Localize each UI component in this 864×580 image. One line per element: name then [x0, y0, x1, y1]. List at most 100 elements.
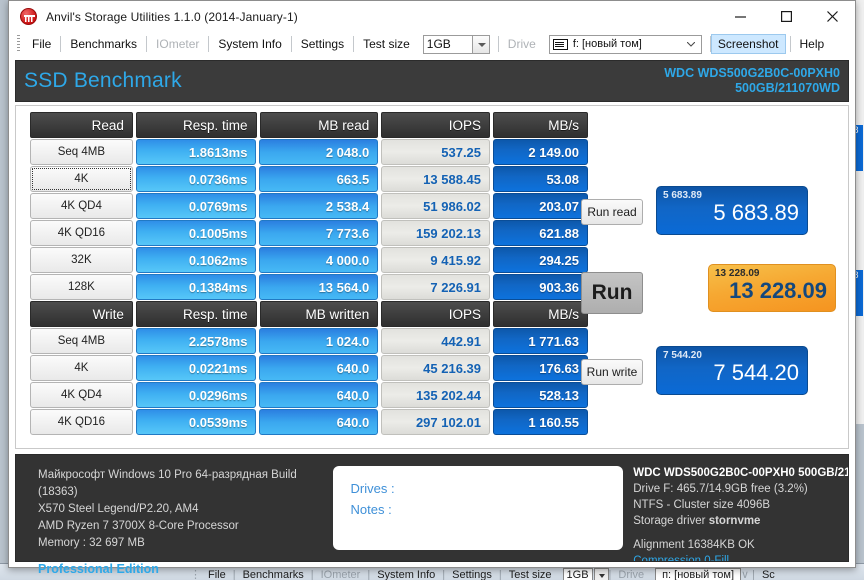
screenshot-button[interactable]: Screenshot: [710, 34, 786, 54]
background-menu-item-settings[interactable]: Settings: [445, 569, 499, 580]
menu-item-file[interactable]: File: [23, 35, 60, 53]
page-title: SSD Benchmark: [24, 69, 182, 92]
write-row-label[interactable]: 4K: [30, 355, 133, 381]
background-menu-item-systeminfo[interactable]: System Info: [370, 569, 442, 580]
window-title: Anvil's Storage Utilities 1.1.0 (2014-Ja…: [46, 9, 298, 24]
table-row: 4K QD4 0.0769ms 2 538.4 51 986.02 203.07: [30, 193, 588, 219]
footer-panel: Майкрософт Windows 10 Pro 64-разрядная B…: [15, 454, 849, 576]
read-score-value: 5 683.89: [713, 200, 799, 225]
read-row-iops: 537.25: [381, 139, 491, 165]
read-row-mb: 2 538.4: [259, 193, 379, 219]
write-results-table: Write Resp. time MB written IOPS MB/s Se…: [30, 301, 588, 436]
read-results-table: Read Resp. time MB read IOPS MB/s Seq 4M…: [30, 112, 588, 301]
read-row-mb: 663.5: [259, 166, 379, 192]
chevron-down-icon[interactable]: [686, 41, 695, 47]
notes-panel[interactable]: Drives : Notes :: [332, 466, 624, 550]
read-row-label[interactable]: 4K QD16: [30, 220, 133, 246]
read-row-iops: 7 226.91: [381, 274, 491, 300]
read-header-resp: Resp. time: [135, 112, 257, 138]
drive-info-driver: Storage driver stornvme: [633, 513, 848, 529]
write-header-resp: Resp. time: [135, 301, 257, 327]
window-controls: [717, 1, 855, 32]
test-size-value[interactable]: 1GB: [422, 34, 473, 54]
app-icon: [20, 8, 37, 25]
main-window: Anvil's Storage Utilities 1.1.0 (2014-Ja…: [8, 0, 856, 576]
read-row-resp: 1.8613ms: [135, 139, 257, 165]
write-header-mb: MB written: [259, 301, 379, 327]
minimize-button[interactable]: [717, 1, 763, 32]
test-size-combobox[interactable]: 1GB: [422, 34, 490, 54]
drive-info-panel: WDC WDS500G2B0C-00PXH0 500GB/21 Drive F:…: [623, 455, 848, 561]
table-row: 4K 0.0221ms 640.0 45 216.39 176.63: [30, 355, 588, 381]
background-drive-value[interactable]: п: [новый том]: [655, 568, 741, 580]
menu-item-iometer: IOmeter: [156, 37, 200, 51]
read-row-mbs: 53.08: [493, 166, 588, 192]
run-read-button[interactable]: Run read: [581, 199, 643, 225]
total-score-value: 13 228.09: [729, 278, 827, 303]
read-row-iops: 9 415.92: [381, 247, 491, 273]
menu-item-settings[interactable]: Settings: [292, 35, 353, 53]
drive-info-compression: Compression 0-Fill: [633, 555, 730, 561]
write-row-label[interactable]: 4K QD16: [30, 409, 133, 435]
background-test-size-value[interactable]: 1GB: [562, 568, 593, 580]
table-row: Seq 4MB 2.2578ms 1 024.0 442.91 1 771.63: [30, 328, 588, 354]
read-row-label[interactable]: 4K QD4: [30, 193, 133, 219]
chevron-down-icon[interactable]: [472, 34, 490, 54]
table-row: 32K 0.1062ms 4 000.0 9 415.92 294.25: [30, 247, 588, 273]
read-row-mbs: 294.25: [493, 247, 588, 273]
system-os: Майкрософт Windows 10 Pro 64-разрядная B…: [38, 469, 297, 498]
write-row-resp: 0.0221ms: [135, 355, 257, 381]
table-row: 4K QD16 0.0539ms 640.0 297 102.01 1 160.…: [30, 409, 588, 435]
read-row-label[interactable]: 4K: [30, 166, 133, 192]
run-button[interactable]: Run: [581, 272, 643, 314]
run-write-button[interactable]: Run write: [581, 359, 643, 385]
write-row-label[interactable]: 4K QD4: [30, 382, 133, 408]
drive-combobox[interactable]: f: [новый том]: [548, 34, 702, 54]
menu-item-help[interactable]: Help: [791, 35, 834, 53]
read-row-iops: 13 588.45: [381, 166, 491, 192]
background-drive-label: Drive: [618, 568, 645, 580]
read-header-iops: IOPS: [381, 112, 491, 138]
write-row-mbs: 1 160.55: [493, 409, 588, 435]
table-row: 4K 0.0736ms 663.5 13 588.45 53.08: [30, 166, 588, 192]
drive-info-capacity: Drive F: 465.7/14.9GB free (3.2%): [633, 483, 808, 495]
header-band-wrapper: SSD Benchmark WDC WDS500G2B0C-00PXH0 500…: [9, 56, 855, 102]
read-row-resp: 0.1005ms: [135, 220, 257, 246]
background-test-size-label: Test size: [508, 568, 552, 580]
write-row-label[interactable]: Seq 4MB: [30, 328, 133, 354]
background-test-size-dropdown-arrow-icon[interactable]: [593, 568, 609, 580]
drive-info-alignment: Alignment 16384KB OK: [633, 539, 755, 551]
maximize-button[interactable]: [763, 1, 809, 32]
read-row-label[interactable]: Seq 4MB: [30, 139, 133, 165]
title-bar: Anvil's Storage Utilities 1.1.0 (2014-Ja…: [9, 1, 855, 32]
read-header-mbs: MB/s: [493, 112, 588, 138]
write-header-iops: IOPS: [381, 301, 491, 327]
edition-label: Professional Edition: [38, 562, 159, 576]
drive-capacity-text: 500GB/211070WD: [735, 81, 840, 95]
write-score-panel: 7 544.20 7 544.20: [656, 346, 808, 395]
table-row: 4K QD4 0.0296ms 640.0 135 202.44 528.13: [30, 382, 588, 408]
read-row-mb: 2 048.0: [259, 139, 379, 165]
drive-info-filesystem: NTFS - Cluster size 4096B: [633, 499, 771, 511]
write-header-write: Write: [30, 301, 133, 327]
write-header-mbs: MB/s: [493, 301, 588, 327]
table-row: Seq 4MB 1.8613ms 2 048.0 537.25 2 149.00: [30, 139, 588, 165]
write-row-resp: 0.0539ms: [135, 409, 257, 435]
write-row-mbs: 528.13: [493, 382, 588, 408]
read-row-label[interactable]: 128K: [30, 274, 133, 300]
write-score-value: 7 544.20: [713, 360, 799, 385]
close-button[interactable]: [809, 1, 855, 32]
read-row-label[interactable]: 32K: [30, 247, 133, 273]
test-size-label: Test size: [363, 37, 410, 51]
read-row-mb: 4 000.0: [259, 247, 379, 273]
read-header-read: Read: [30, 112, 133, 138]
write-row-resp: 0.0296ms: [135, 382, 257, 408]
read-row-iops: 159 202.13: [381, 220, 491, 246]
drive-driver-label: Storage driver: [633, 515, 706, 527]
drive-summary: WDC WDS500G2B0C-00PXH0 500GB/211070WD: [664, 66, 840, 96]
menu-item-benchmarks[interactable]: Benchmarks: [61, 35, 146, 53]
menu-item-system-info[interactable]: System Info: [209, 35, 290, 53]
background-screenshot-button[interactable]: Sc: [755, 569, 782, 580]
drive-value: f: [новый том]: [572, 38, 642, 50]
